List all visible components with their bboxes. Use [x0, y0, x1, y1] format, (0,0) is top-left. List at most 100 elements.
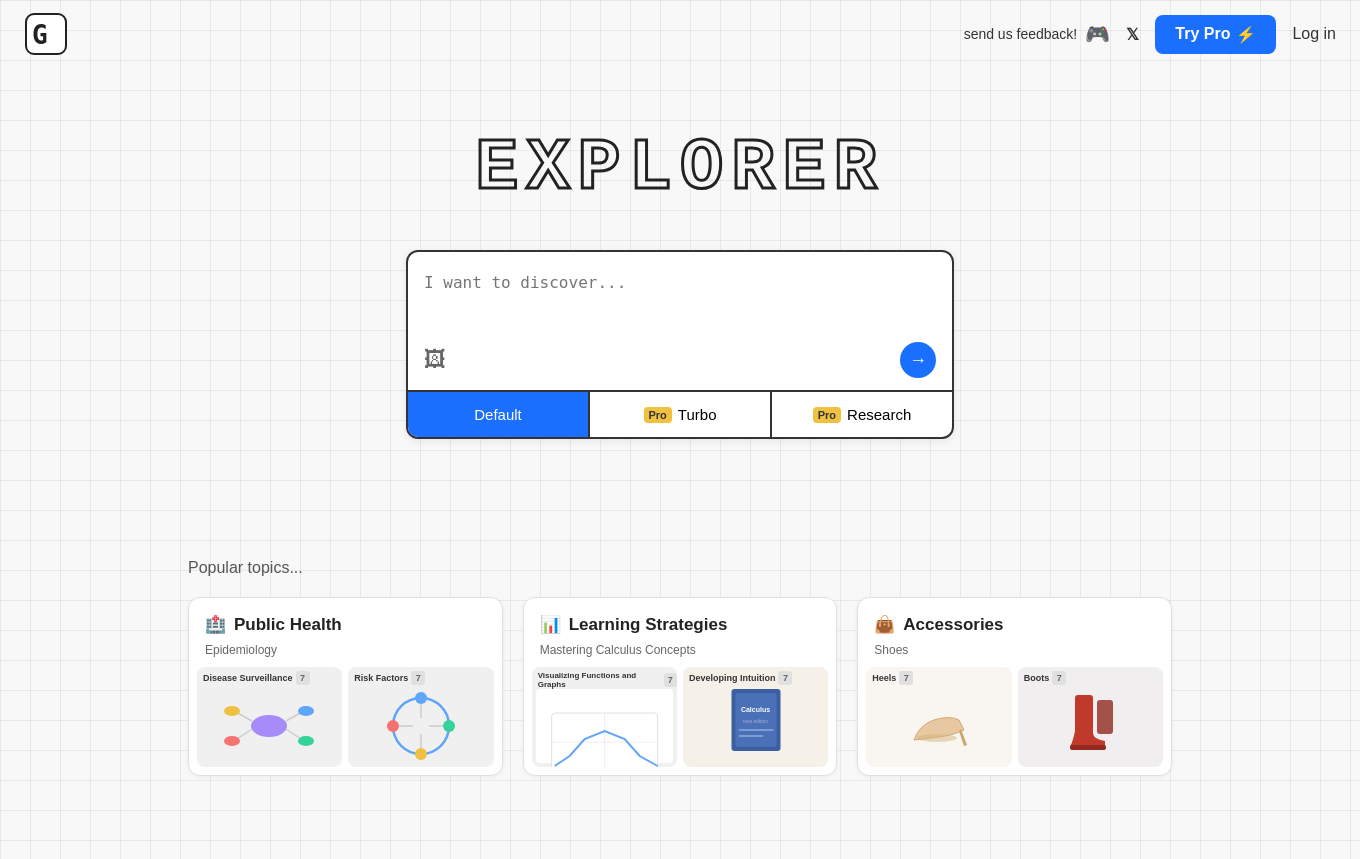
item-num: 7: [1052, 671, 1066, 685]
graph-svg: [540, 711, 669, 767]
svg-rect-27: [738, 729, 773, 731]
svg-rect-31: [1070, 745, 1106, 750]
accessories-title: Accessories: [903, 615, 1003, 635]
svg-point-8: [224, 736, 240, 746]
login-button[interactable]: Log in: [1292, 25, 1336, 43]
disease-surveillance-visual: [201, 689, 338, 763]
svg-text:new edition: new edition: [743, 718, 769, 724]
list-item[interactable]: Developing Intuition 7 Calculus new edit…: [683, 667, 828, 767]
public-health-items: Disease Surveillance 7: [189, 667, 502, 775]
default-tab-label: Default: [474, 406, 522, 423]
x-twitter-icon[interactable]: 𝕏: [1126, 25, 1139, 44]
item-text: Disease Surveillance: [203, 673, 293, 683]
mode-tabs: Default Pro Turbo Pro Research: [408, 390, 952, 437]
arrow-right-icon: →: [909, 350, 927, 371]
svg-rect-32: [1097, 700, 1113, 734]
tab-default[interactable]: Default: [408, 392, 590, 437]
svg-point-10: [298, 736, 314, 746]
heels-visual: [899, 685, 979, 759]
learning-items: Visualizing Functions and Graphs 7: [524, 667, 837, 775]
public-health-icon: 🏥: [205, 614, 226, 635]
tab-turbo[interactable]: Pro Turbo: [590, 392, 772, 437]
public-health-title: Public Health: [234, 615, 342, 635]
item-num: 7: [411, 671, 425, 685]
topic-card-accessories[interactable]: 👜 Accessories Shoes Heels 7: [857, 597, 1172, 776]
item-text: Developing Intuition: [689, 673, 776, 683]
topic-header-accessories: 👜 Accessories: [858, 598, 1171, 643]
item-num: 7: [296, 671, 310, 685]
app-logo[interactable]: G: [24, 12, 68, 56]
heels-svg: [899, 685, 979, 755]
tab-research[interactable]: Pro Research: [772, 392, 952, 437]
list-item[interactable]: Visualizing Functions and Graphs 7: [532, 667, 677, 767]
accessories-icon: 👜: [874, 614, 895, 635]
try-pro-button[interactable]: Try Pro ⚡: [1155, 15, 1276, 54]
svg-point-2: [251, 715, 287, 737]
discord-icon: 🎮: [1085, 22, 1110, 46]
topic-header-public-health: 🏥 Public Health: [189, 598, 502, 643]
item-num: 7: [899, 671, 913, 685]
risk-svg: [386, 691, 456, 761]
svg-point-14: [415, 748, 427, 760]
research-pro-badge: Pro: [813, 407, 841, 423]
turbo-tab-label: Turbo: [678, 406, 717, 423]
topic-card-learning[interactable]: 📊 Learning Strategies Mastering Calculus…: [523, 597, 838, 776]
learning-title: Learning Strategies: [569, 615, 728, 635]
search-bottom-row: 🖼 →: [408, 334, 952, 390]
svg-rect-30: [1075, 695, 1093, 733]
research-tab-label: Research: [847, 406, 911, 423]
feedback-link[interactable]: send us feedback! 🎮: [964, 22, 1111, 46]
item-label: Heels 7: [872, 671, 913, 685]
topics-grid: 🏥 Public Health Epidemiology Disease Sur…: [188, 597, 1172, 776]
item-label: Developing Intuition 7: [689, 671, 793, 685]
list-item[interactable]: Heels 7: [866, 667, 1011, 767]
popular-topics-section: Popular topics... 🏥 Public Health Epidem…: [0, 519, 1360, 816]
item-text: Heels: [872, 673, 896, 683]
turbo-pro-badge: Pro: [644, 407, 672, 423]
svg-point-9: [298, 706, 314, 716]
boots-svg: [1055, 685, 1125, 755]
item-text: Boots: [1024, 673, 1050, 683]
book-svg: Calculus new edition: [728, 687, 783, 757]
search-container: 🖼 → Default Pro Turbo Pro Research: [406, 250, 954, 439]
popular-label: Popular topics...: [188, 559, 1172, 577]
image-upload-button[interactable]: 🖼: [424, 347, 446, 373]
calculus-book-visual: Calculus new edition: [728, 687, 783, 761]
mindmap-svg: [222, 691, 317, 761]
list-item[interactable]: Risk Factors 7: [348, 667, 493, 767]
svg-text:G: G: [32, 20, 48, 50]
item-text: Visualizing Functions and Graphs: [538, 671, 661, 689]
try-pro-label: Try Pro: [1175, 25, 1230, 43]
item-label: Visualizing Functions and Graphs 7: [538, 671, 677, 689]
header-left: G: [24, 12, 68, 56]
list-item[interactable]: Disease Surveillance 7: [197, 667, 342, 767]
svg-point-7: [224, 706, 240, 716]
item-label: Boots 7: [1024, 671, 1067, 685]
search-input[interactable]: [424, 272, 936, 320]
svg-rect-28: [738, 735, 763, 737]
svg-text:Calculus: Calculus: [741, 706, 770, 713]
main-content: EXPLORER 🖼 → Default Pro Turbo Pro: [0, 68, 1360, 439]
item-text: Risk Factors: [354, 673, 408, 683]
header: G send us feedback! 🎮 𝕏 Try Pro ⚡ Log in: [0, 0, 1360, 68]
list-item[interactable]: Boots 7: [1018, 667, 1163, 767]
svg-point-15: [387, 720, 399, 732]
svg-point-12: [415, 692, 427, 704]
public-health-subtitle: Epidemiology: [189, 643, 502, 667]
accessories-subtitle: Shoes: [858, 643, 1171, 667]
image-icon: 🖼: [424, 347, 446, 373]
svg-point-13: [443, 720, 455, 732]
topic-card-public-health[interactable]: 🏥 Public Health Epidemiology Disease Sur…: [188, 597, 503, 776]
boots-visual: [1055, 685, 1125, 759]
item-num: 7: [664, 673, 677, 687]
learning-subtitle: Mastering Calculus Concepts: [524, 643, 837, 667]
risk-factors-visual: [352, 689, 489, 763]
functions-graph-visual: [536, 689, 673, 763]
search-submit-button[interactable]: →: [900, 342, 936, 378]
header-right: send us feedback! 🎮 𝕏 Try Pro ⚡ Log in: [964, 15, 1336, 54]
search-input-area: [408, 252, 952, 334]
item-label: Disease Surveillance 7: [203, 671, 310, 685]
topic-header-learning: 📊 Learning Strategies: [524, 598, 837, 643]
page-title: EXPLORER: [475, 128, 885, 210]
learning-icon: 📊: [540, 614, 561, 635]
